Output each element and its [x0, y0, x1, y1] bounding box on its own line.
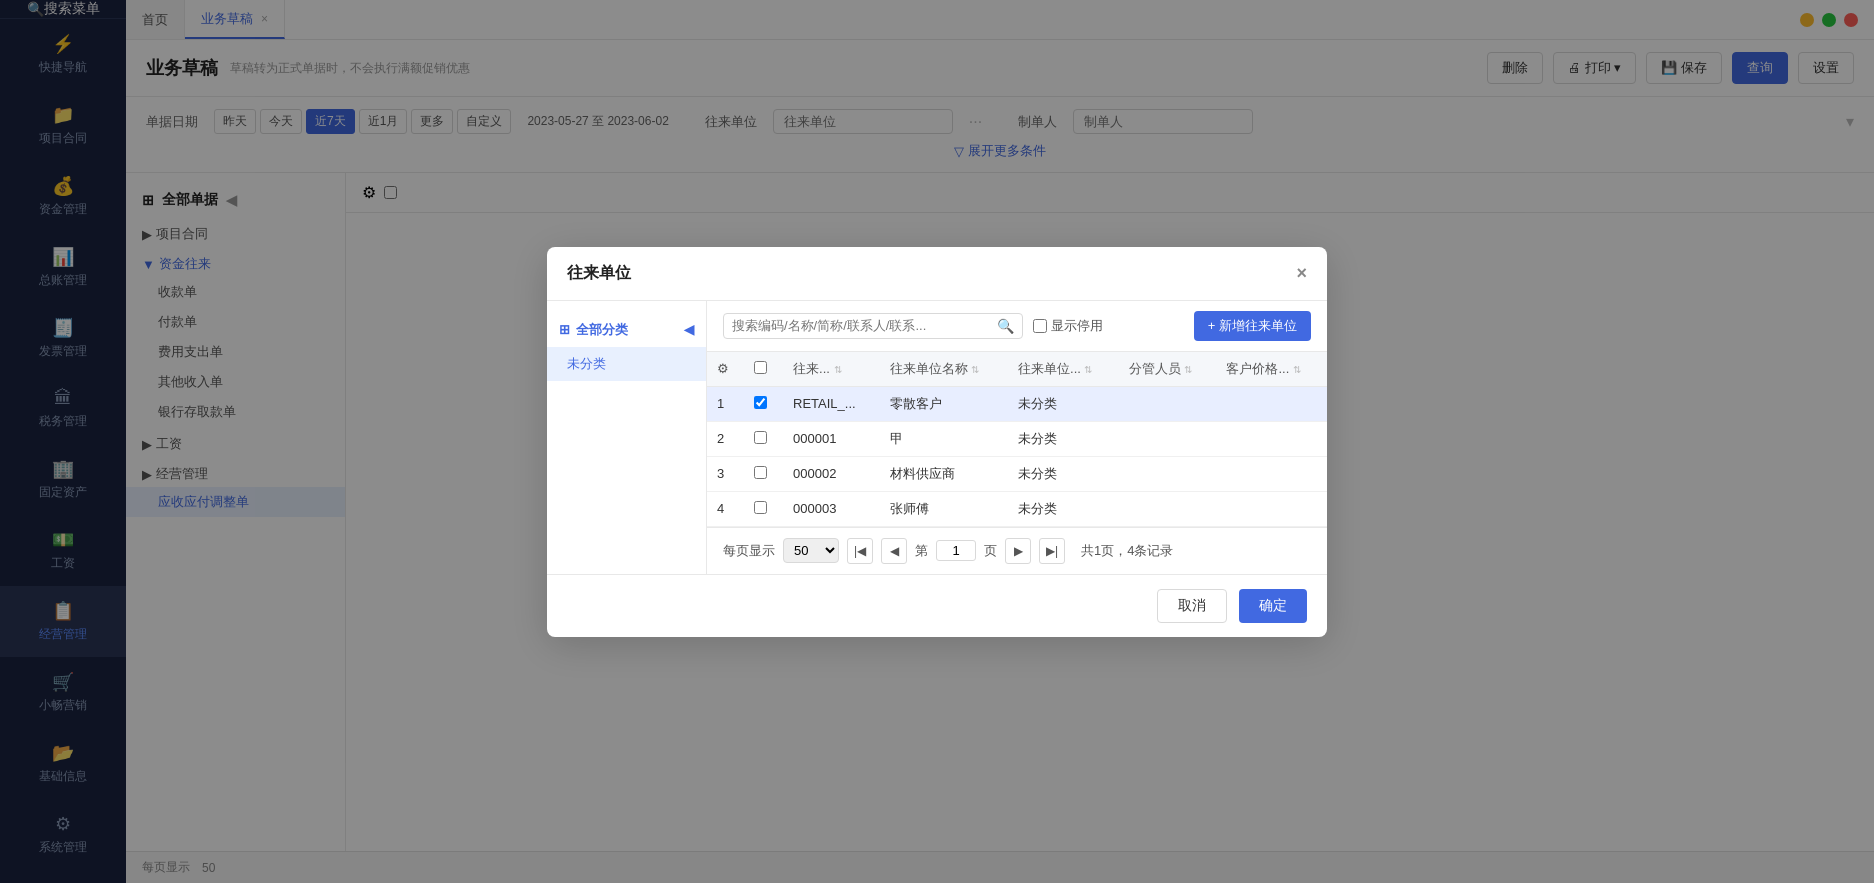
sort-icon-category[interactable]: ⇅: [1084, 364, 1092, 375]
col-code: 往来... ⇅: [783, 352, 880, 387]
page-size-select[interactable]: 10 20 50 100: [783, 538, 839, 563]
row-no: 4: [707, 491, 744, 526]
partner-dialog: 往来单位 × ⊞ 全部分类 ◀ 未分类 🔍: [547, 247, 1327, 637]
row-code: 000001: [783, 421, 880, 456]
row-category: 未分类: [1008, 456, 1119, 491]
show-disabled-label[interactable]: 显示停用: [1033, 317, 1103, 335]
page-first-button[interactable]: |◀: [847, 538, 873, 564]
cancel-button[interactable]: 取消: [1157, 589, 1227, 623]
total-info: 共1页，4条记录: [1081, 542, 1173, 560]
dialog-overlay: 往来单位 × ⊞ 全部分类 ◀ 未分类 🔍: [0, 0, 1874, 883]
sort-icon-name[interactable]: ⇅: [971, 364, 979, 375]
row-name: 零散客户: [880, 386, 1008, 421]
row-checkbox[interactable]: [744, 491, 783, 526]
row-checkbox[interactable]: [744, 386, 783, 421]
dialog-cat-all-label: 全部分类: [576, 321, 628, 339]
dialog-sidebar: ⊞ 全部分类 ◀ 未分类: [547, 301, 707, 574]
grid-icon-2: ⊞: [559, 322, 570, 337]
dialog-search-input[interactable]: [732, 318, 997, 333]
row-price: [1216, 421, 1327, 456]
row-no: 3: [707, 456, 744, 491]
sort-icon-price[interactable]: ⇅: [1293, 364, 1301, 375]
row-price: [1216, 456, 1327, 491]
dialog-actions: 取消 确定: [547, 574, 1327, 637]
dialog-cat-all[interactable]: ⊞ 全部分类 ◀: [547, 313, 706, 347]
row-name: 材料供应商: [880, 456, 1008, 491]
select-all-dialog[interactable]: [754, 361, 767, 374]
show-disabled-text: 显示停用: [1051, 317, 1103, 335]
row-category: 未分类: [1008, 386, 1119, 421]
table-row[interactable]: 4 000003 张师傅 未分类: [707, 491, 1327, 526]
row-price: [1216, 386, 1327, 421]
row-manager: [1119, 386, 1217, 421]
dialog-main: 🔍 显示停用 + 新增往来单位 ⚙: [707, 301, 1327, 574]
row-name: 甲: [880, 421, 1008, 456]
row-no: 2: [707, 421, 744, 456]
row-name: 张师傅: [880, 491, 1008, 526]
table-row[interactable]: 2 000001 甲 未分类: [707, 421, 1327, 456]
col-settings[interactable]: ⚙: [707, 352, 744, 387]
show-disabled-checkbox[interactable]: [1033, 319, 1047, 333]
page-prev-button[interactable]: ◀: [881, 538, 907, 564]
sort-icon-manager[interactable]: ⇅: [1184, 364, 1192, 375]
row-code: 000003: [783, 491, 880, 526]
row-checkbox[interactable]: [744, 456, 783, 491]
dialog-footer-bar: 每页显示 10 20 50 100 |◀ ◀ 第 页 ▶ ▶| 共1页，4条记录: [707, 527, 1327, 574]
row-category: 未分类: [1008, 421, 1119, 456]
dialog-table-wrap: ⚙ 往来... ⇅ 往来单位名称 ⇅ 往来单位... ⇅ 分管人员 ⇅ 客户价格…: [707, 352, 1327, 527]
dialog-toolbar: 🔍 显示停用 + 新增往来单位: [707, 301, 1327, 352]
row-manager: [1119, 456, 1217, 491]
add-partner-button[interactable]: + 新增往来单位: [1194, 311, 1311, 341]
col-checkbox[interactable]: [744, 352, 783, 387]
table-row[interactable]: 1 RETAIL_... 零散客户 未分类: [707, 386, 1327, 421]
col-price: 客户价格... ⇅: [1216, 352, 1327, 387]
row-no: 1: [707, 386, 744, 421]
row-category: 未分类: [1008, 491, 1119, 526]
page-next-button[interactable]: ▶: [1005, 538, 1031, 564]
row-price: [1216, 491, 1327, 526]
page-go-label: 第: [915, 542, 928, 560]
collapse-icon: ◀: [684, 322, 694, 337]
row-code: 000002: [783, 456, 880, 491]
row-manager: [1119, 491, 1217, 526]
row-code: RETAIL_...: [783, 386, 880, 421]
search-icon-2: 🔍: [997, 318, 1014, 334]
col-manager: 分管人员 ⇅: [1119, 352, 1217, 387]
page-last-button[interactable]: ▶|: [1039, 538, 1065, 564]
confirm-button[interactable]: 确定: [1239, 589, 1307, 623]
dialog-search-box[interactable]: 🔍: [723, 313, 1023, 339]
dialog-header: 往来单位 ×: [547, 247, 1327, 301]
sort-icon-code[interactable]: ⇅: [834, 364, 842, 375]
row-checkbox[interactable]: [744, 421, 783, 456]
dialog-body: ⊞ 全部分类 ◀ 未分类 🔍 显示停用: [547, 301, 1327, 574]
page-word: 页: [984, 542, 997, 560]
dialog-table: ⚙ 往来... ⇅ 往来单位名称 ⇅ 往来单位... ⇅ 分管人员 ⇅ 客户价格…: [707, 352, 1327, 527]
table-row[interactable]: 3 000002 材料供应商 未分类: [707, 456, 1327, 491]
page-number-input[interactable]: [936, 540, 976, 561]
dialog-title: 往来单位: [567, 263, 631, 284]
page-size-label: 每页显示: [723, 542, 775, 560]
row-manager: [1119, 421, 1217, 456]
dialog-cat-uncategorized[interactable]: 未分类: [547, 347, 706, 381]
col-name: 往来单位名称 ⇅: [880, 352, 1008, 387]
col-category: 往来单位... ⇅: [1008, 352, 1119, 387]
dialog-close-button[interactable]: ×: [1296, 263, 1307, 284]
